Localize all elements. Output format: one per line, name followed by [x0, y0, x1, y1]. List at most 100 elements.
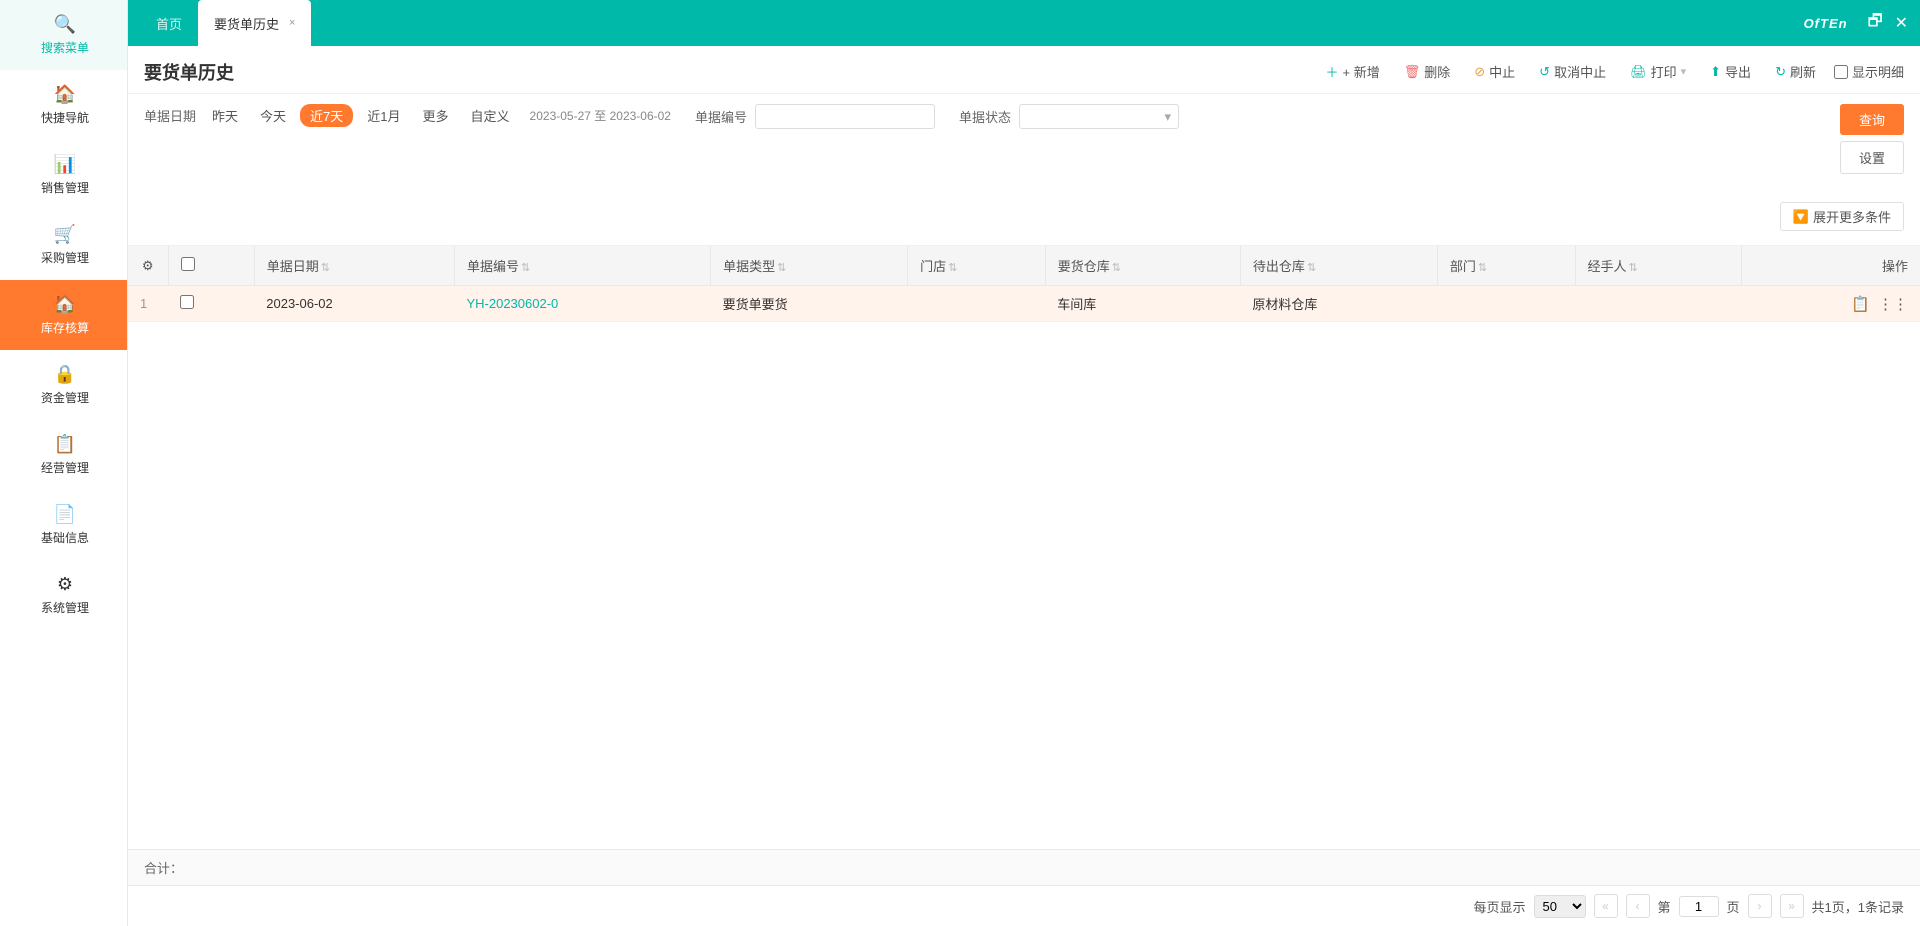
sidebar-item-operations[interactable]: 📋 经营管理 — [0, 420, 127, 490]
settings-button[interactable]: 设置 — [1840, 141, 1904, 174]
cancel-stop-button[interactable]: ↺ 取消中止 — [1533, 58, 1612, 85]
cell-num: 1 — [128, 286, 168, 322]
th-pending-warehouse[interactable]: 待出仓库⇅ — [1240, 246, 1437, 286]
window-restore-btn[interactable]: 🗗 — [1868, 10, 1883, 37]
row-delete-icon[interactable]: ⋮⋮ — [1878, 295, 1908, 313]
date-tab-more[interactable]: 更多 — [415, 104, 457, 127]
date-sort-icon: ⇅ — [321, 262, 330, 274]
brand-label: OfTEn — [1804, 16, 1848, 31]
header-row: ⚙ 单据日期⇅ 单据编号⇅ 单据类型⇅ 门店⇅ 要货仓库⇅ 待出仓库⇅ 部门⇅ … — [128, 246, 1920, 286]
stop-button[interactable]: ⊘ 中止 — [1468, 58, 1521, 85]
date-tabs: 昨天 今天 近7天 近1月 更多 自定义 — [204, 104, 518, 127]
page-label-after: 页 — [1727, 897, 1740, 916]
operations-icon: 📋 — [54, 434, 76, 455]
topbar-right: OfTEn 🗗 ✕ — [1804, 10, 1908, 37]
pagination-next-btn[interactable]: › — [1748, 894, 1772, 918]
query-button[interactable]: 查询 — [1840, 104, 1904, 135]
cancel-stop-icon: ↺ — [1539, 64, 1550, 80]
cell-date: 2023-06-02 — [254, 286, 454, 322]
tab-requisition-history[interactable]: 要货单历史 × — [198, 0, 311, 46]
window-close-btn[interactable]: ✕ — [1895, 13, 1908, 33]
show-detail-toggle[interactable]: 显示明细 — [1834, 62, 1904, 81]
bill-no-link[interactable]: YH-20230602-0 — [466, 296, 558, 311]
sidebar-item-purchase[interactable]: 🛒 采购管理 — [0, 210, 127, 280]
page-input[interactable] — [1679, 896, 1719, 917]
expand-chevron-icon: 🔽 — [1793, 209, 1809, 225]
pagination-prev-btn[interactable]: ‹ — [1626, 894, 1650, 918]
th-bill-no[interactable]: 单据编号⇅ — [454, 246, 710, 286]
delete-icon: 🗑 — [1404, 64, 1421, 80]
status-select[interactable] — [1019, 104, 1179, 129]
purchase-icon: 🛒 — [54, 224, 76, 245]
bill-no-label: 单据编号 — [695, 107, 747, 126]
refresh-button[interactable]: ↻ 刷新 — [1769, 58, 1822, 85]
new-button[interactable]: ＋ + 新增 — [1319, 58, 1385, 85]
th-date[interactable]: 单据日期⇅ — [254, 246, 454, 286]
sidebar-item-system[interactable]: ⚙ 系统管理 — [0, 560, 127, 630]
expand-more-button[interactable]: 🔽 展开更多条件 — [1780, 202, 1904, 231]
th-bill-type[interactable]: 单据类型⇅ — [711, 246, 908, 286]
handler-sort-icon: ⇅ — [1629, 262, 1638, 274]
sidebar-item-quick-nav[interactable]: 🏠 快捷导航 — [0, 70, 127, 140]
date-range-text: 2023-05-27 至 2023-06-02 — [530, 107, 671, 124]
th-action: 操作 — [1741, 246, 1920, 286]
sidebar: 🔍 搜索菜单 🏠 快捷导航 📊 销售管理 🛒 采购管理 🏠 库存核算 🔒 资金管… — [0, 0, 128, 926]
row-edit-icon[interactable]: 📋 — [1851, 295, 1870, 313]
summary-label: 合计： — [144, 858, 183, 877]
status-select-wrap — [1019, 104, 1179, 129]
print-button[interactable]: 🖨 打印 ▾ — [1624, 58, 1692, 85]
th-checkbox — [168, 246, 254, 286]
th-req-warehouse[interactable]: 要货仓库⇅ — [1045, 246, 1240, 286]
table-area: ⚙ 单据日期⇅ 单据编号⇅ 单据类型⇅ 门店⇅ 要货仓库⇅ 待出仓库⇅ 部门⇅ … — [128, 246, 1920, 849]
th-settings[interactable]: ⚙ — [128, 246, 168, 286]
select-all-checkbox[interactable] — [181, 257, 195, 271]
show-detail-checkbox[interactable] — [1834, 65, 1848, 79]
tab-home[interactable]: 首页 — [140, 0, 198, 46]
date-tab-1month[interactable]: 近1月 — [359, 104, 408, 127]
cell-bill-type: 要货单要货 — [711, 286, 908, 322]
th-handler[interactable]: 经手人⇅ — [1575, 246, 1741, 286]
sidebar-item-finance[interactable]: 🔒 资金管理 — [0, 350, 127, 420]
inventory-icon: 🏠 — [54, 294, 76, 315]
pagination-last-btn[interactable]: » — [1780, 894, 1804, 918]
new-icon: ＋ — [1325, 62, 1338, 81]
per-page-select[interactable]: 50 20 100 — [1534, 895, 1586, 918]
pagination-first-btn[interactable]: « — [1594, 894, 1618, 918]
finance-icon: 🔒 — [54, 364, 76, 385]
sidebar-item-search[interactable]: 🔍 搜索菜单 — [0, 0, 127, 70]
department-sort-icon: ⇅ — [1478, 262, 1487, 274]
sidebar-item-sales[interactable]: 📊 销售管理 — [0, 140, 127, 210]
bill-no-input[interactable] — [755, 104, 935, 129]
date-tab-7days[interactable]: 近7天 — [300, 104, 353, 127]
pagination: 每页显示 50 20 100 « ‹ 第 页 › » 共1页，1条记录 — [128, 885, 1920, 926]
table-row: 1 2023-06-02 YH-20230602-0 要货单要货 车间库 原材料… — [128, 286, 1920, 322]
cell-checkbox — [168, 286, 254, 322]
export-icon: ⬆ — [1710, 64, 1721, 80]
action-icons: 📋 ⋮⋮ — [1753, 295, 1908, 313]
row-checkbox[interactable] — [180, 295, 194, 309]
sales-icon: 📊 — [54, 154, 76, 175]
cell-bill-no[interactable]: YH-20230602-0 — [454, 286, 710, 322]
th-store[interactable]: 门店⇅ — [908, 246, 1046, 286]
bill-no-sort-icon: ⇅ — [521, 262, 530, 274]
table-footer: 合计： — [128, 849, 1920, 885]
sidebar-item-basic-info[interactable]: 📄 基础信息 — [0, 490, 127, 560]
sidebar-item-inventory[interactable]: 🏠 库存核算 — [0, 280, 127, 350]
export-button[interactable]: ⬆ 导出 — [1704, 58, 1757, 85]
cell-handler — [1575, 286, 1741, 322]
th-department[interactable]: 部门⇅ — [1437, 246, 1575, 286]
per-page-label: 每页显示 — [1473, 897, 1525, 916]
delete-button[interactable]: 🗑 删除 — [1398, 58, 1457, 85]
date-tab-custom[interactable]: 自定义 — [463, 104, 518, 127]
status-label: 单据状态 — [959, 107, 1011, 126]
table-header: ⚙ 单据日期⇅ 单据编号⇅ 单据类型⇅ 门店⇅ 要货仓库⇅ 待出仓库⇅ 部门⇅ … — [128, 246, 1920, 286]
topbar: 首页 要货单历史 × OfTEn 🗗 ✕ — [128, 0, 1920, 46]
date-tab-yesterday[interactable]: 昨天 — [204, 104, 246, 127]
tab-close-icon[interactable]: × — [289, 17, 295, 29]
status-filter-group: 单据状态 — [959, 104, 1179, 129]
main-area: 首页 要货单历史 × OfTEn 🗗 ✕ 要货单历史 ＋ + 新增 🗑 删除 — [128, 0, 1920, 926]
basic-info-icon: 📄 — [54, 504, 76, 525]
cell-req-warehouse: 车间库 — [1045, 286, 1240, 322]
search-menu-icon: 🔍 — [54, 14, 76, 35]
date-tab-today[interactable]: 今天 — [252, 104, 294, 127]
